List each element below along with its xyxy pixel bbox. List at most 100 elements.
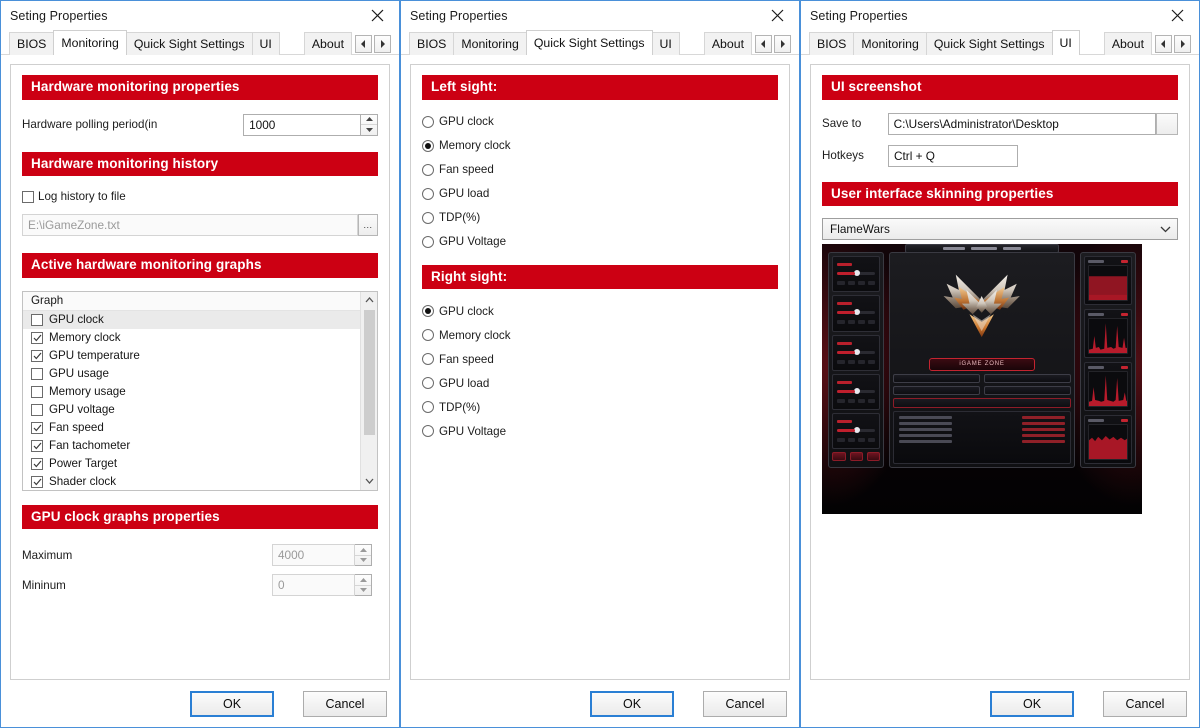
ok-button[interactable]: OK xyxy=(190,690,274,717)
tab-quick-sight-settings[interactable]: Quick Sight Settings xyxy=(925,32,1053,55)
radio-row[interactable]: GPU clock xyxy=(422,110,778,134)
ok-button[interactable]: OK xyxy=(590,690,674,717)
tab-bios[interactable]: BIOS xyxy=(9,32,55,55)
graphs-list-scrollbar[interactable] xyxy=(360,291,378,490)
chevron-left-icon[interactable] xyxy=(1155,35,1172,53)
graph-checkbox[interactable] xyxy=(31,457,43,470)
left-sight-radio[interactable] xyxy=(422,139,434,152)
left-sight-radio[interactable] xyxy=(422,163,434,176)
graph-checkbox[interactable] xyxy=(31,403,43,416)
radio-row[interactable]: GPU load xyxy=(422,182,778,206)
right-sight-radio[interactable] xyxy=(422,425,434,438)
stepper-up-icon[interactable] xyxy=(361,115,377,125)
cancel-button[interactable]: Cancel xyxy=(1103,690,1187,717)
left-sight-radio[interactable] xyxy=(422,187,434,200)
table-row[interactable]: GPU clock xyxy=(23,310,360,329)
graph-checkbox[interactable] xyxy=(31,331,43,344)
tab-monitoring[interactable]: Monitoring xyxy=(453,32,527,55)
radio-row[interactable]: TDP(%) xyxy=(422,206,778,230)
cancel-button[interactable]: Cancel xyxy=(303,690,387,717)
browse-save-path-button[interactable] xyxy=(1156,112,1178,135)
active-graphs-listbox[interactable]: Graph GPU clock Memory clock GPU tempera… xyxy=(22,290,378,491)
radio-row[interactable]: Memory clock xyxy=(422,134,778,158)
stepper-down-icon[interactable] xyxy=(355,554,371,566)
chevron-right-icon[interactable] xyxy=(374,35,391,53)
right-sight-radio[interactable] xyxy=(422,377,434,390)
left-sight-radio[interactable] xyxy=(422,115,434,128)
tab-ui[interactable]: UI xyxy=(651,32,680,55)
chevron-left-icon[interactable] xyxy=(355,35,372,53)
close-icon[interactable] xyxy=(355,1,399,29)
maximum-input[interactable]: 4000 xyxy=(272,544,355,567)
graph-checkbox[interactable] xyxy=(31,421,43,434)
scrollbar-thumb[interactable] xyxy=(363,309,375,435)
hotkeys-input[interactable]: Ctrl + Q xyxy=(888,144,1018,167)
tab-quick-sight-settings[interactable]: Quick Sight Settings xyxy=(125,32,253,55)
table-row[interactable]: GPU voltage xyxy=(23,401,360,419)
radio-row[interactable]: GPU clock xyxy=(422,299,778,323)
tab-quick-sight-settings[interactable]: Quick Sight Settings xyxy=(525,30,653,55)
graph-checkbox[interactable] xyxy=(31,475,43,488)
scroll-down-icon[interactable] xyxy=(361,473,378,490)
table-row[interactable]: GPU usage xyxy=(23,365,360,383)
maximum-stepper[interactable] xyxy=(355,544,372,567)
cancel-button[interactable]: Cancel xyxy=(703,690,787,717)
polling-period-input[interactable]: 1000 xyxy=(243,113,362,136)
table-row[interactable]: Shader clock xyxy=(23,473,360,490)
graph-checkbox[interactable] xyxy=(31,385,43,398)
table-row[interactable]: Memory clock xyxy=(23,329,360,347)
stepper-up-icon[interactable] xyxy=(355,575,371,585)
table-row[interactable]: Power Target xyxy=(23,455,360,473)
graph-checkbox[interactable] xyxy=(31,367,43,380)
chevron-right-icon[interactable] xyxy=(1174,35,1191,53)
radio-row[interactable]: GPU load xyxy=(422,371,778,395)
graph-checkbox[interactable] xyxy=(31,439,43,452)
stepper-down-icon[interactable] xyxy=(361,124,377,135)
tab-about[interactable]: About xyxy=(303,32,352,55)
tab-bios[interactable]: BIOS xyxy=(409,32,455,55)
minimum-stepper[interactable] xyxy=(355,574,372,597)
graph-checkbox[interactable] xyxy=(31,349,43,362)
right-sight-radio[interactable] xyxy=(422,401,434,414)
close-icon[interactable] xyxy=(755,1,799,29)
chevron-right-icon[interactable] xyxy=(774,35,791,53)
radio-row[interactable]: GPU Voltage xyxy=(422,419,778,443)
right-sight-radio[interactable] xyxy=(422,329,434,342)
tab-about[interactable]: About xyxy=(1103,32,1152,55)
log-history-row[interactable]: Log history to file xyxy=(22,190,378,203)
graph-checkbox[interactable] xyxy=(31,313,43,326)
save-to-input[interactable]: C:\Users\Administrator\Desktop xyxy=(887,112,1157,135)
minimum-input[interactable]: 0 xyxy=(272,574,355,597)
right-sight-radio[interactable] xyxy=(422,353,434,366)
table-row[interactable]: Memory usage xyxy=(23,383,360,401)
table-row[interactable]: Fan tachometer xyxy=(23,437,360,455)
tab-ui[interactable]: UI xyxy=(251,32,280,55)
radio-row[interactable]: Memory clock xyxy=(422,323,778,347)
stepper-down-icon[interactable] xyxy=(355,584,371,596)
tab-monitoring[interactable]: Monitoring xyxy=(853,32,927,55)
stepper-up-icon[interactable] xyxy=(355,545,371,555)
polling-period-stepper[interactable] xyxy=(361,113,378,136)
radio-row[interactable]: GPU Voltage xyxy=(422,230,778,254)
left-sight-radio[interactable] xyxy=(422,211,434,224)
scroll-up-icon[interactable] xyxy=(361,292,378,309)
left-sight-radio[interactable] xyxy=(422,235,434,248)
right-sight-radio[interactable] xyxy=(422,305,434,318)
log-path-input[interactable]: E:\iGameZone.txt xyxy=(22,214,359,237)
close-icon[interactable] xyxy=(1155,1,1199,29)
table-row[interactable]: Fan speed xyxy=(23,419,360,437)
tab-ui[interactable]: UI xyxy=(1051,30,1080,55)
chevron-down-icon[interactable] xyxy=(1160,222,1171,236)
radio-row[interactable]: TDP(%) xyxy=(422,395,778,419)
tab-about[interactable]: About xyxy=(703,32,752,55)
tab-monitoring[interactable]: Monitoring xyxy=(53,30,127,55)
log-history-checkbox[interactable] xyxy=(22,190,34,203)
table-row[interactable]: GPU temperature xyxy=(23,347,360,365)
radio-row[interactable]: Fan speed xyxy=(422,347,778,371)
ok-button[interactable]: OK xyxy=(990,690,1074,717)
browse-path-button[interactable]: ... xyxy=(358,214,378,237)
radio-row[interactable]: Fan speed xyxy=(422,158,778,182)
chevron-left-icon[interactable] xyxy=(755,35,772,53)
scrollbar-track[interactable] xyxy=(361,309,377,473)
tab-bios[interactable]: BIOS xyxy=(809,32,855,55)
